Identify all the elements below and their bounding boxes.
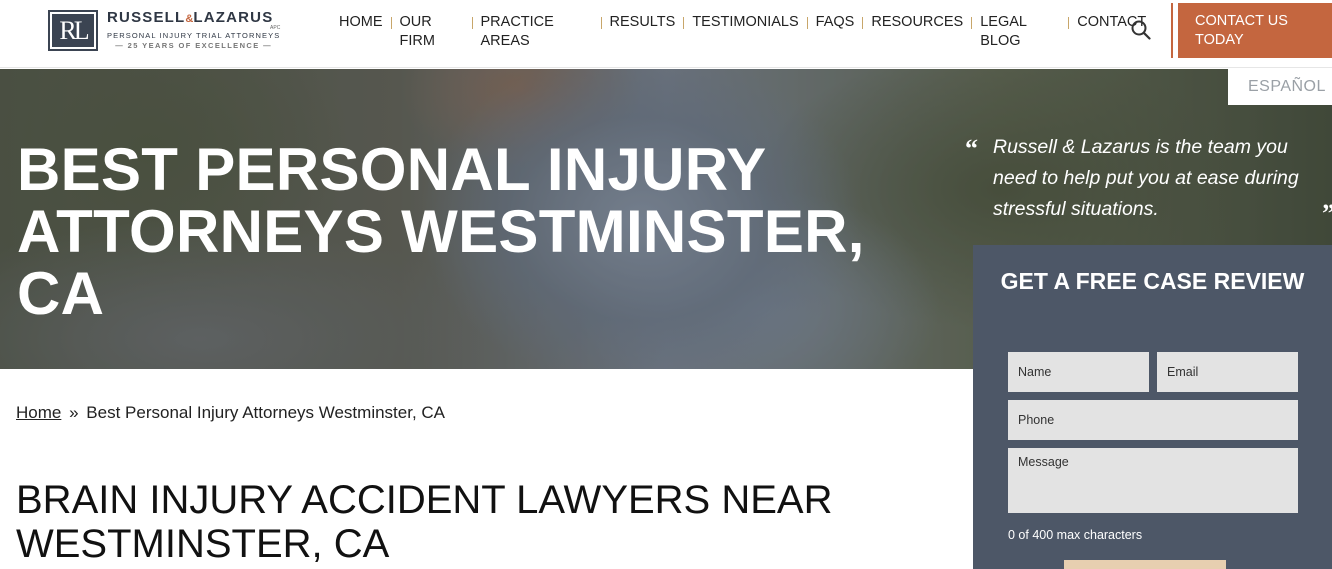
nav-separator [683, 17, 685, 29]
logo-subtitle: PERSONAL INJURY TRIAL ATTORNEYS [107, 31, 281, 40]
nav-testimonials[interactable]: TESTIMONIALS [692, 13, 798, 32]
email-field[interactable]: Email [1157, 352, 1298, 392]
nav-separator [862, 17, 864, 29]
nav-practice-areas[interactable]: PRACTICE AREAS [481, 13, 593, 51]
message-field[interactable]: Message [1008, 448, 1298, 513]
nav-separator [600, 17, 602, 29]
breadcrumb-home-link[interactable]: Home [16, 403, 61, 422]
nav-separator [1068, 17, 1070, 29]
nav-separator [971, 17, 973, 29]
nav-our-firm[interactable]: OUR FIRM [400, 13, 464, 51]
search-icon[interactable] [1131, 20, 1151, 40]
char-counter: 0 of 400 max characters [1008, 528, 1143, 542]
breadcrumb-separator: » [69, 403, 79, 422]
contact-us-today-button[interactable]: CONTACT US TODAY [1178, 3, 1332, 58]
quote-open-icon: “ [965, 134, 978, 163]
nav-separator [806, 17, 808, 29]
form-title: GET A FREE CASE REVIEW [1000, 268, 1305, 294]
nav-legal-blog[interactable]: LEGAL BLOG [980, 13, 1060, 51]
nav-resources[interactable]: RESOURCES [871, 13, 963, 32]
quote-close-icon: ” [1322, 199, 1332, 229]
site-logo[interactable]: RL RUSSELL&LAZARUS APC PERSONAL INJURY T… [48, 10, 280, 51]
logo-mark: RL [48, 10, 98, 51]
main-nav: HOME OUR FIRM PRACTICE AREAS RESULTS TES… [339, 13, 1146, 51]
site-header: RL RUSSELL&LAZARUS APC PERSONAL INJURY T… [0, 0, 1332, 68]
hero-quote: Russell & Lazarus is the team you need t… [993, 136, 1299, 220]
cta-divider [1171, 3, 1173, 58]
logo-text: RUSSELL&LAZARUS APC PERSONAL INJURY TRIA… [107, 10, 280, 51]
submit-button[interactable] [1064, 560, 1226, 569]
nav-results[interactable]: RESULTS [610, 13, 676, 32]
language-toggle-espanol[interactable]: ESPAÑOL [1228, 68, 1332, 105]
name-field[interactable]: Name [1008, 352, 1149, 392]
breadcrumb-current: Best Personal Injury Attorneys Westminst… [86, 403, 446, 422]
phone-field[interactable]: Phone [1008, 400, 1298, 440]
nav-separator [471, 17, 473, 29]
nav-home[interactable]: HOME [339, 13, 383, 32]
nav-separator [390, 17, 392, 29]
page-heading: BRAIN INJURY ACCIDENT LAWYERS NEAR WESTM… [16, 478, 833, 566]
hero-title: BEST PERSONAL INJURY ATTORNEYS WESTMINST… [17, 136, 865, 327]
case-review-form: GET A FREE CASE REVIEW Name Email Phone … [973, 245, 1332, 569]
breadcrumb: Home » Best Personal Injury Attorneys We… [16, 403, 445, 423]
logo-years: — 25 YEARS OF EXCELLENCE — [115, 41, 273, 50]
nav-faqs[interactable]: FAQS [816, 13, 855, 32]
logo-name: RUSSELL&LAZARUS [107, 9, 274, 26]
